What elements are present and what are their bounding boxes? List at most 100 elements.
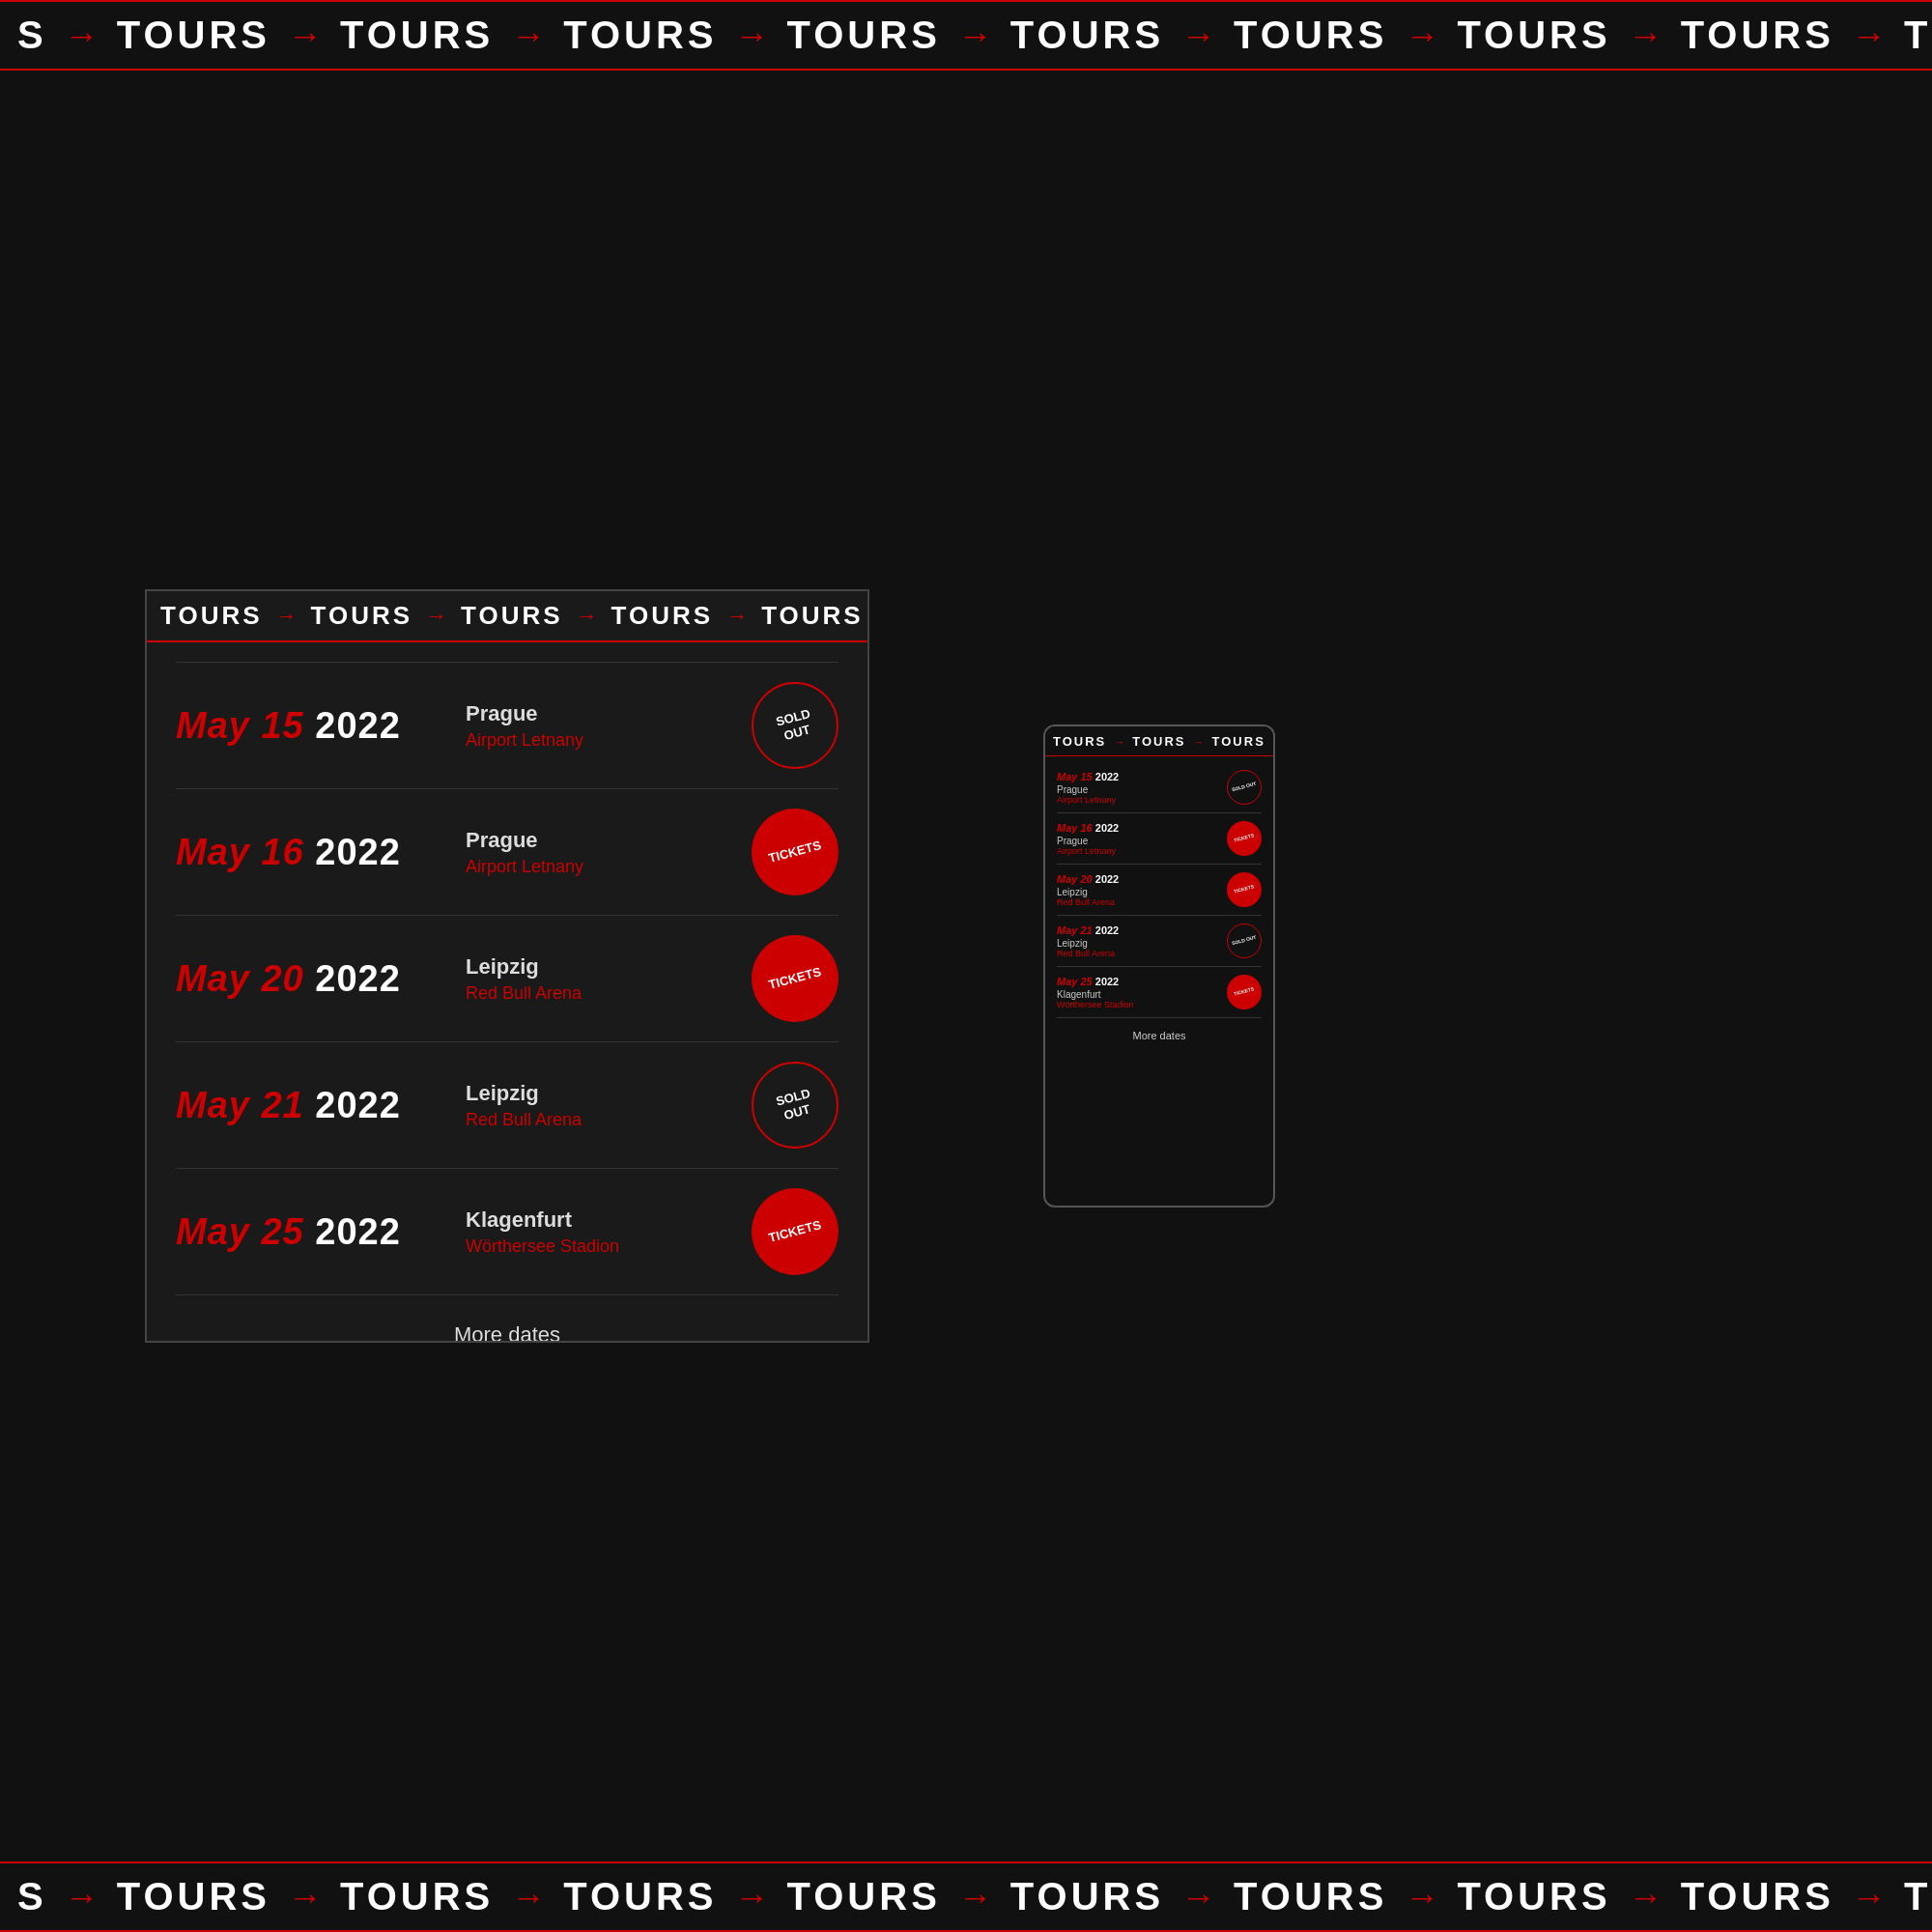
small-more-dates-button[interactable]: More dates [1045,1018,1273,1053]
small-tour-year: 2022 [1095,873,1119,885]
ticker-arrow: → [1852,1877,1887,1918]
small-table-row: May 25 2022 Klagenfurt Wörthersee Stadio… [1057,967,1262,1018]
tour-city: Prague [466,701,732,726]
tickets-button[interactable]: Tickets [752,809,838,895]
ticket-btn-label: SoldOut [775,706,816,744]
card-ticker-text: TOURS [611,601,714,631]
tour-venue: Red Bull Arena [466,983,732,1004]
ticker-arrow: → [958,1877,993,1918]
small-sold-out-button[interactable]: Sold Out [1227,770,1262,805]
card-ticker-text: TOURS [311,601,413,631]
ticket-btn-label: Tickets [767,1217,823,1245]
ticket-btn-label: Tickets [767,838,823,866]
card-ticker-text: TOURS [160,601,263,631]
small-card-ticker: TOURS → TOURS → TOURS → [1045,726,1273,756]
card-ticker: TOURS → TOURS → TOURS → TOURS → TOURS → … [147,591,867,642]
small-card-ticker-track: TOURS → TOURS → TOURS → [1045,734,1273,749]
ticket-btn-label: SoldOut [775,1086,816,1123]
card-ticker-track: TOURS → TOURS → TOURS → TOURS → TOURS → … [147,601,867,631]
bottom-ticker-banner: S → TOURS → TOURS → TOURS → TOURS → TOUR… [0,1861,1932,1932]
tour-month: May 15 [176,705,304,746]
small-tour-info: May 16 2022 Prague Airport Letnany [1057,822,1219,856]
small-tour-date: May 15 2022 [1057,771,1219,782]
small-tour-info: May 21 2022 Leipzig Red Bull Arena [1057,924,1219,958]
small-ticket-btn-label: Tickets [1234,987,1255,998]
tour-date: May 16 2022 [176,832,446,873]
small-tour-venue: Wörthersee Stadion [1057,1000,1219,1009]
ticker-arrow: → [735,1877,770,1918]
small-tour-city: Prague [1057,784,1219,795]
ticker-text: TOURS [340,1875,494,1918]
tour-location: Prague Airport Letnany [466,828,732,877]
ticker-text: TOURS [340,14,494,57]
ticker-text: S [17,1875,47,1918]
tour-date: May 15 2022 [176,705,446,747]
ticker-arrow: → [1181,1877,1216,1918]
small-tour-date: May 21 2022 [1057,924,1219,936]
card-ticker-arrow: → [726,604,748,629]
ticker-text: TOURS [563,1875,717,1918]
small-tour-year: 2022 [1095,771,1119,782]
tour-month: May 20 [176,958,304,999]
small-ticket-btn-label: Sold Out [1232,935,1257,947]
tickets-button[interactable]: Tickets [752,935,838,1022]
small-ticket-btn-label: Tickets [1234,885,1255,895]
tour-month: May 21 [176,1085,304,1125]
ticker-text: TOURS [563,14,717,57]
ticker-text: TOURS [1681,14,1834,57]
table-row: May 21 2022 Leipzig Red Bull Arena SoldO… [176,1042,838,1169]
card-ticker-text: TOURS [761,601,864,631]
more-dates-button[interactable]: More dates [147,1295,867,1343]
small-tickets-button[interactable]: Tickets [1227,821,1262,856]
small-table-row: May 15 2022 Prague Airport Letnany Sold … [1057,762,1262,813]
small-tour-year: 2022 [1095,822,1119,834]
ticker-arrow: → [65,15,99,56]
small-tour-date: May 20 2022 [1057,873,1219,885]
small-tour-month: May 20 [1057,873,1093,885]
small-tour-city: Klagenfurt [1057,989,1219,1000]
ticker-text: TOURS [117,14,270,57]
small-sold-out-button[interactable]: Sold Out [1227,923,1262,958]
tour-city: Prague [466,828,732,853]
ticker-arrow: → [1629,15,1663,56]
ticker-text: TOURS [1904,1875,1932,1918]
ticker-arrow: → [511,1877,546,1918]
small-more-dates-label: More dates [1132,1030,1185,1041]
small-tickets-button[interactable]: Tickets [1227,975,1262,1009]
cards-container: TOURS → TOURS → TOURS → TOURS → TOURS → … [97,589,1835,1343]
ticker-text: S [17,14,47,57]
top-ticker-track: S → TOURS → TOURS → TOURS → TOURS → TOUR… [0,14,1932,57]
ticker-text: TOURS [1457,1875,1610,1918]
small-ticket-btn-label: Sold Out [1232,781,1257,793]
small-card-ticker-text: TOURS [1212,734,1265,749]
small-card-ticker-text: TOURS [1053,734,1106,749]
card-ticker-arrow: → [276,604,298,629]
ticker-text: TOURS [1457,14,1610,57]
tickets-button[interactable]: Tickets [752,1188,838,1275]
bottom-ticker-track: S → TOURS → TOURS → TOURS → TOURS → TOUR… [0,1875,1932,1918]
small-tickets-button[interactable]: Tickets [1227,872,1262,907]
card-ticker-item: TOURS → TOURS → TOURS → TOURS → TOURS → … [147,601,867,631]
table-row: May 25 2022 Klagenfurt Wörthersee Stadio… [176,1169,838,1295]
sold-out-button[interactable]: SoldOut [752,682,838,769]
tour-location: Klagenfurt Wörthersee Stadion [466,1208,732,1257]
ticker-text: TOURS [1234,14,1387,57]
tour-city: Leipzig [466,954,732,980]
small-card-ticker-arrow: → [1194,736,1205,748]
small-tour-date: May 25 2022 [1057,976,1219,987]
small-tour-date: May 16 2022 [1057,822,1219,834]
small-tour-month: May 21 [1057,924,1093,936]
sold-out-button[interactable]: SoldOut [752,1062,838,1149]
ticker-arrow: → [65,1877,99,1918]
main-area: TOURS → TOURS → TOURS → TOURS → TOURS → … [0,87,1932,1845]
small-card-ticker-item: TOURS → TOURS → TOURS → [1045,734,1273,749]
small-tour-info: May 25 2022 Klagenfurt Wörthersee Stadio… [1057,976,1219,1009]
tour-city: Leipzig [466,1081,732,1106]
ticker-arrow: → [735,15,770,56]
ticker-arrow: → [958,15,993,56]
small-tour-venue: Airport Letnany [1057,846,1219,856]
card-ticker-arrow: → [577,604,598,629]
tour-date: May 21 2022 [176,1085,446,1126]
ticker-text: TOURS [1681,1875,1834,1918]
ticker-text: TOURS [1010,1875,1164,1918]
